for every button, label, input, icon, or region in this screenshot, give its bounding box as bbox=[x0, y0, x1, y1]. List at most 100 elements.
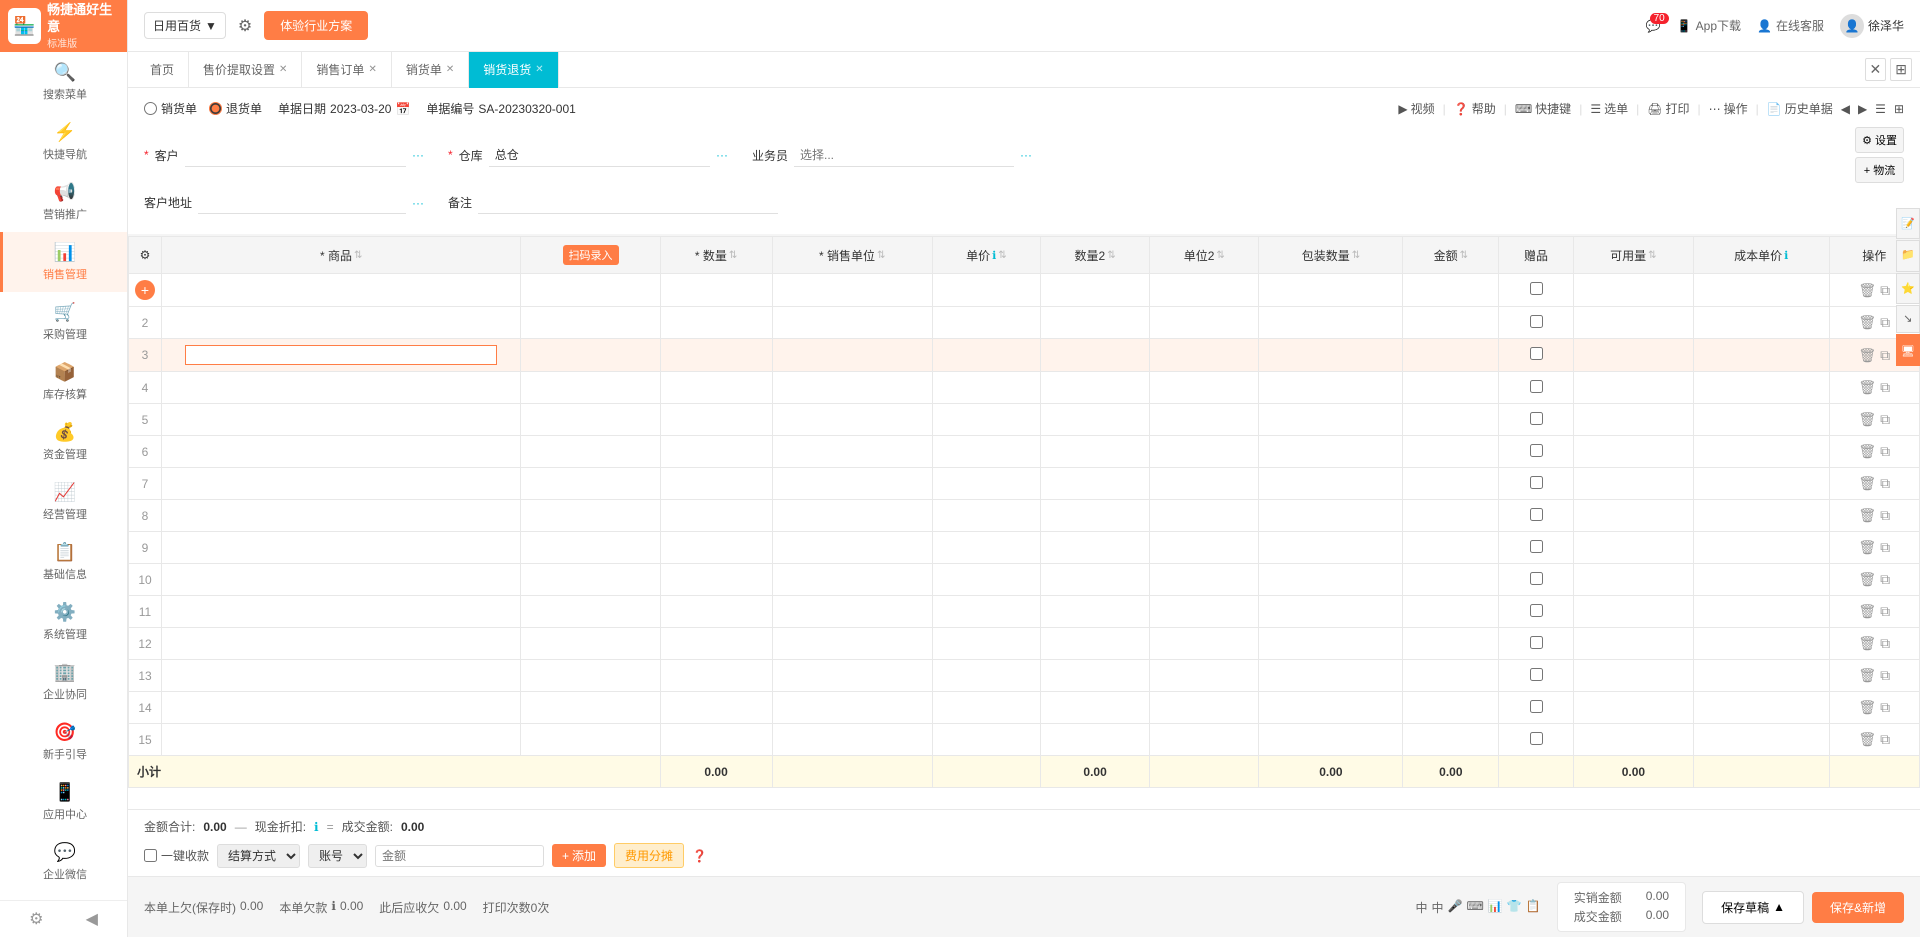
cell-sale-unit-9[interactable] bbox=[772, 532, 932, 564]
cell-unit2-15[interactable] bbox=[1150, 724, 1259, 756]
cell-price-2[interactable] bbox=[932, 307, 1040, 339]
cell-qty-6[interactable] bbox=[660, 436, 772, 468]
cell-goods-3[interactable] bbox=[162, 339, 521, 372]
copy-icon-3[interactable]: ⧉ bbox=[1880, 347, 1890, 364]
cell-qty-10[interactable] bbox=[660, 564, 772, 596]
online-service-button[interactable]: 👤 在线客服 bbox=[1757, 17, 1824, 34]
toolbar-icon-2[interactable]: 中 bbox=[1432, 899, 1444, 916]
warehouse-more-icon[interactable]: ··· bbox=[716, 148, 728, 162]
help-btn[interactable]: ❓帮助 bbox=[1454, 100, 1496, 117]
agent-more-icon[interactable]: ··· bbox=[1020, 148, 1032, 162]
sidebar-item-wechat[interactable]: 💬 企业微信 bbox=[0, 832, 127, 892]
add-row-btn[interactable]: + bbox=[135, 280, 155, 300]
cell-unit2-3[interactable] bbox=[1150, 339, 1259, 372]
cell-price-7[interactable] bbox=[932, 468, 1040, 500]
cell-cost-3[interactable] bbox=[1693, 339, 1829, 372]
cell-amount-12[interactable] bbox=[1403, 628, 1499, 660]
copy-icon-12[interactable]: ⧉ bbox=[1880, 635, 1890, 652]
cell-gift-9[interactable] bbox=[1499, 532, 1574, 564]
cell-pack-1[interactable] bbox=[1259, 274, 1403, 307]
goods-sort-icon[interactable]: ⇅ bbox=[354, 250, 362, 261]
cell-amount-2[interactable] bbox=[1403, 307, 1499, 339]
cell-amount-14[interactable] bbox=[1403, 692, 1499, 724]
cell-goods-14[interactable] bbox=[162, 692, 521, 724]
cell-sale-unit-15[interactable] bbox=[772, 724, 932, 756]
cell-gift-15[interactable] bbox=[1499, 724, 1574, 756]
gift-checkbox-11[interactable] bbox=[1530, 604, 1543, 617]
save-draft-button[interactable]: 保存草稿 ▲ bbox=[1702, 891, 1804, 924]
cell-goods-15[interactable] bbox=[162, 724, 521, 756]
prev-btn[interactable]: ◀ bbox=[1841, 102, 1850, 116]
cell-gift-13[interactable] bbox=[1499, 660, 1574, 692]
cell-qty-4[interactable] bbox=[660, 372, 772, 404]
cell-unit2-13[interactable] bbox=[1150, 660, 1259, 692]
cell-goods-9[interactable] bbox=[162, 532, 521, 564]
sidebar-item-shortcut[interactable]: ⚡ 快捷导航 bbox=[0, 112, 127, 172]
copy-icon-5[interactable]: ⧉ bbox=[1880, 411, 1890, 428]
customer-more-icon[interactable]: ··· bbox=[412, 148, 424, 162]
cell-available-14[interactable] bbox=[1573, 692, 1693, 724]
gift-checkbox-1[interactable] bbox=[1530, 282, 1543, 295]
cell-qty-1[interactable] bbox=[660, 274, 772, 307]
sidebar-item-enterprise[interactable]: 🏢 企业协同 bbox=[0, 652, 127, 712]
cell-price-13[interactable] bbox=[932, 660, 1040, 692]
cell-available-8[interactable] bbox=[1573, 500, 1693, 532]
cell-qty2-11[interactable] bbox=[1040, 596, 1149, 628]
sidebar-item-system[interactable]: ⚙️ 系统管理 bbox=[0, 592, 127, 652]
logistics-btn[interactable]: + 物流 bbox=[1855, 157, 1904, 183]
copy-icon-11[interactable]: ⧉ bbox=[1880, 603, 1890, 620]
delete-icon-1[interactable]: 🗑 bbox=[1858, 282, 1876, 299]
cell-unit2-8[interactable] bbox=[1150, 500, 1259, 532]
cell-cost-12[interactable] bbox=[1693, 628, 1829, 660]
cell-gift-12[interactable] bbox=[1499, 628, 1574, 660]
delete-icon-12[interactable]: 🗑 bbox=[1858, 635, 1876, 652]
goods-input-3[interactable] bbox=[185, 345, 497, 365]
cell-unit2-5[interactable] bbox=[1150, 404, 1259, 436]
delete-icon-14[interactable]: 🗑 bbox=[1858, 699, 1876, 716]
cell-available-10[interactable] bbox=[1573, 564, 1693, 596]
history-btn[interactable]: 📄历史单据 bbox=[1767, 100, 1833, 117]
cell-cost-8[interactable] bbox=[1693, 500, 1829, 532]
user-menu[interactable]: 👤 徐泽华 bbox=[1840, 14, 1904, 38]
cell-qty-12[interactable] bbox=[660, 628, 772, 660]
copy-icon-10[interactable]: ⧉ bbox=[1880, 571, 1890, 588]
cell-cost-5[interactable] bbox=[1693, 404, 1829, 436]
cell-gift-8[interactable] bbox=[1499, 500, 1574, 532]
cell-price-11[interactable] bbox=[932, 596, 1040, 628]
cell-price-5[interactable] bbox=[932, 404, 1040, 436]
cell-qty-7[interactable] bbox=[660, 468, 772, 500]
sidebar-item-search[interactable]: 🔍 搜索菜单 bbox=[0, 52, 127, 112]
cell-cost-9[interactable] bbox=[1693, 532, 1829, 564]
cell-cost-15[interactable] bbox=[1693, 724, 1829, 756]
copy-icon-2[interactable]: ⧉ bbox=[1880, 314, 1890, 331]
cell-qty-9[interactable] bbox=[660, 532, 772, 564]
fee-split-btn[interactable]: 费用分摊 bbox=[614, 843, 684, 868]
cell-cost-7[interactable] bbox=[1693, 468, 1829, 500]
shortcut-btn[interactable]: ⌨快捷键 bbox=[1515, 100, 1571, 117]
cell-available-15[interactable] bbox=[1573, 724, 1693, 756]
sidebar-item-sales[interactable]: 📊 销售管理 bbox=[0, 232, 127, 292]
cell-cost-11[interactable] bbox=[1693, 596, 1829, 628]
nav-select[interactable]: 日用百货 ▼ bbox=[144, 12, 226, 39]
copy-icon-7[interactable]: ⧉ bbox=[1880, 475, 1890, 492]
gift-checkbox-4[interactable] bbox=[1530, 380, 1543, 393]
sidebar-item-inventory[interactable]: 📦 库存核算 bbox=[0, 352, 127, 412]
add-payment-btn[interactable]: + 添加 bbox=[552, 844, 606, 867]
float-btn-note[interactable]: 📝 bbox=[1896, 208, 1920, 239]
cell-amount-1[interactable] bbox=[1403, 274, 1499, 307]
float-btn-folder[interactable]: 📁 bbox=[1896, 240, 1920, 271]
cell-gift-10[interactable] bbox=[1499, 564, 1574, 596]
topbar-gear-icon[interactable]: ⚙ bbox=[238, 16, 252, 36]
cell-cost-13[interactable] bbox=[1693, 660, 1829, 692]
cell-goods-13[interactable] bbox=[162, 660, 521, 692]
cell-unit2-1[interactable] bbox=[1150, 274, 1259, 307]
trial-button[interactable]: 体验行业方案 bbox=[264, 11, 368, 40]
cell-amount-8[interactable] bbox=[1403, 500, 1499, 532]
cell-goods-8[interactable] bbox=[162, 500, 521, 532]
cell-pack-4[interactable] bbox=[1259, 372, 1403, 404]
sidebar-item-marketing[interactable]: 📢 营销推广 bbox=[0, 172, 127, 232]
cell-goods-4[interactable] bbox=[162, 372, 521, 404]
cell-amount-7[interactable] bbox=[1403, 468, 1499, 500]
cell-sale-unit-3[interactable] bbox=[772, 339, 932, 372]
operation-btn[interactable]: ⋯操作 bbox=[1709, 100, 1748, 117]
